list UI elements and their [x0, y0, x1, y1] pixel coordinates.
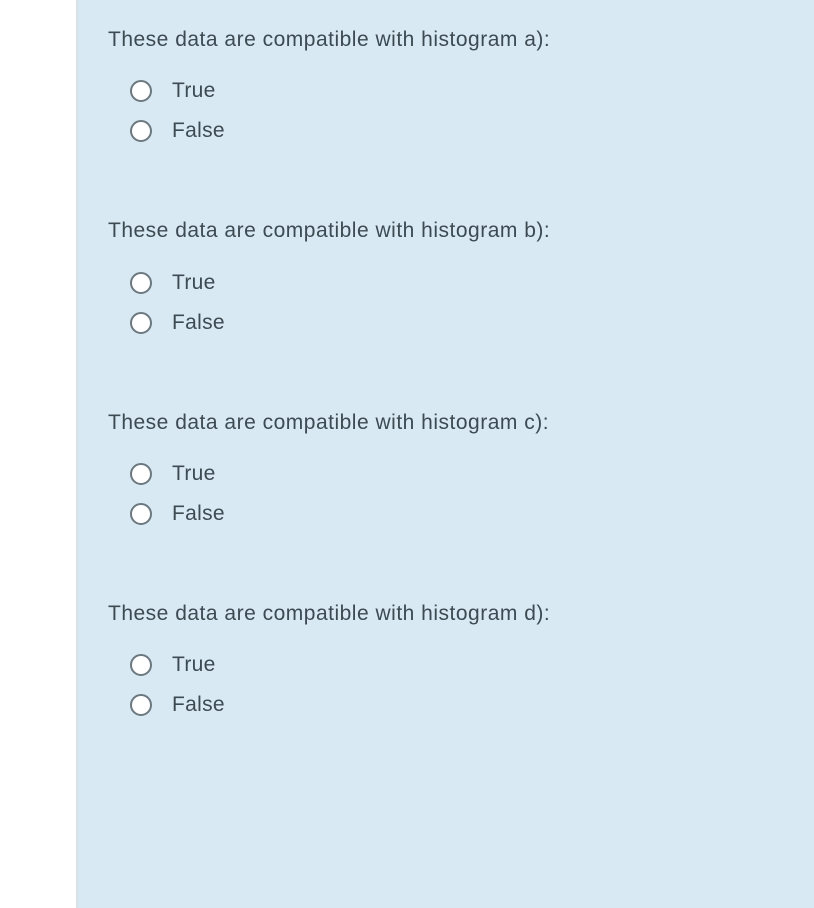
radio-icon[interactable]: [130, 312, 152, 334]
question-block-c: These data are compatible with histogram…: [108, 409, 794, 526]
question-prompt: These data are compatible with histogram…: [108, 217, 794, 244]
radio-icon[interactable]: [130, 80, 152, 102]
left-margin: [0, 0, 78, 908]
option-row-true[interactable]: True: [130, 271, 794, 295]
radio-icon[interactable]: [130, 654, 152, 676]
question-block-a: These data are compatible with histogram…: [108, 26, 794, 143]
option-row-true[interactable]: True: [130, 653, 794, 677]
option-row-false[interactable]: False: [130, 693, 794, 717]
question-prompt: These data are compatible with histogram…: [108, 600, 794, 627]
option-row-true[interactable]: True: [130, 79, 794, 103]
option-row-false[interactable]: False: [130, 311, 794, 335]
question-block-d: These data are compatible with histogram…: [108, 600, 794, 717]
radio-icon[interactable]: [130, 694, 152, 716]
question-prompt: These data are compatible with histogram…: [108, 26, 794, 53]
radio-icon[interactable]: [130, 120, 152, 142]
page-container: These data are compatible with histogram…: [0, 0, 814, 908]
option-row-false[interactable]: False: [130, 119, 794, 143]
option-row-false[interactable]: False: [130, 502, 794, 526]
option-label: True: [172, 462, 216, 486]
option-label: False: [172, 119, 225, 143]
option-label: False: [172, 502, 225, 526]
option-label: True: [172, 653, 216, 677]
content-area: These data are compatible with histogram…: [78, 0, 814, 908]
radio-icon[interactable]: [130, 463, 152, 485]
option-row-true[interactable]: True: [130, 462, 794, 486]
radio-icon[interactable]: [130, 503, 152, 525]
question-prompt: These data are compatible with histogram…: [108, 409, 794, 436]
radio-icon[interactable]: [130, 272, 152, 294]
question-block-b: These data are compatible with histogram…: [108, 217, 794, 334]
option-label: True: [172, 271, 216, 295]
option-label: False: [172, 693, 225, 717]
option-label: True: [172, 79, 216, 103]
option-label: False: [172, 311, 225, 335]
